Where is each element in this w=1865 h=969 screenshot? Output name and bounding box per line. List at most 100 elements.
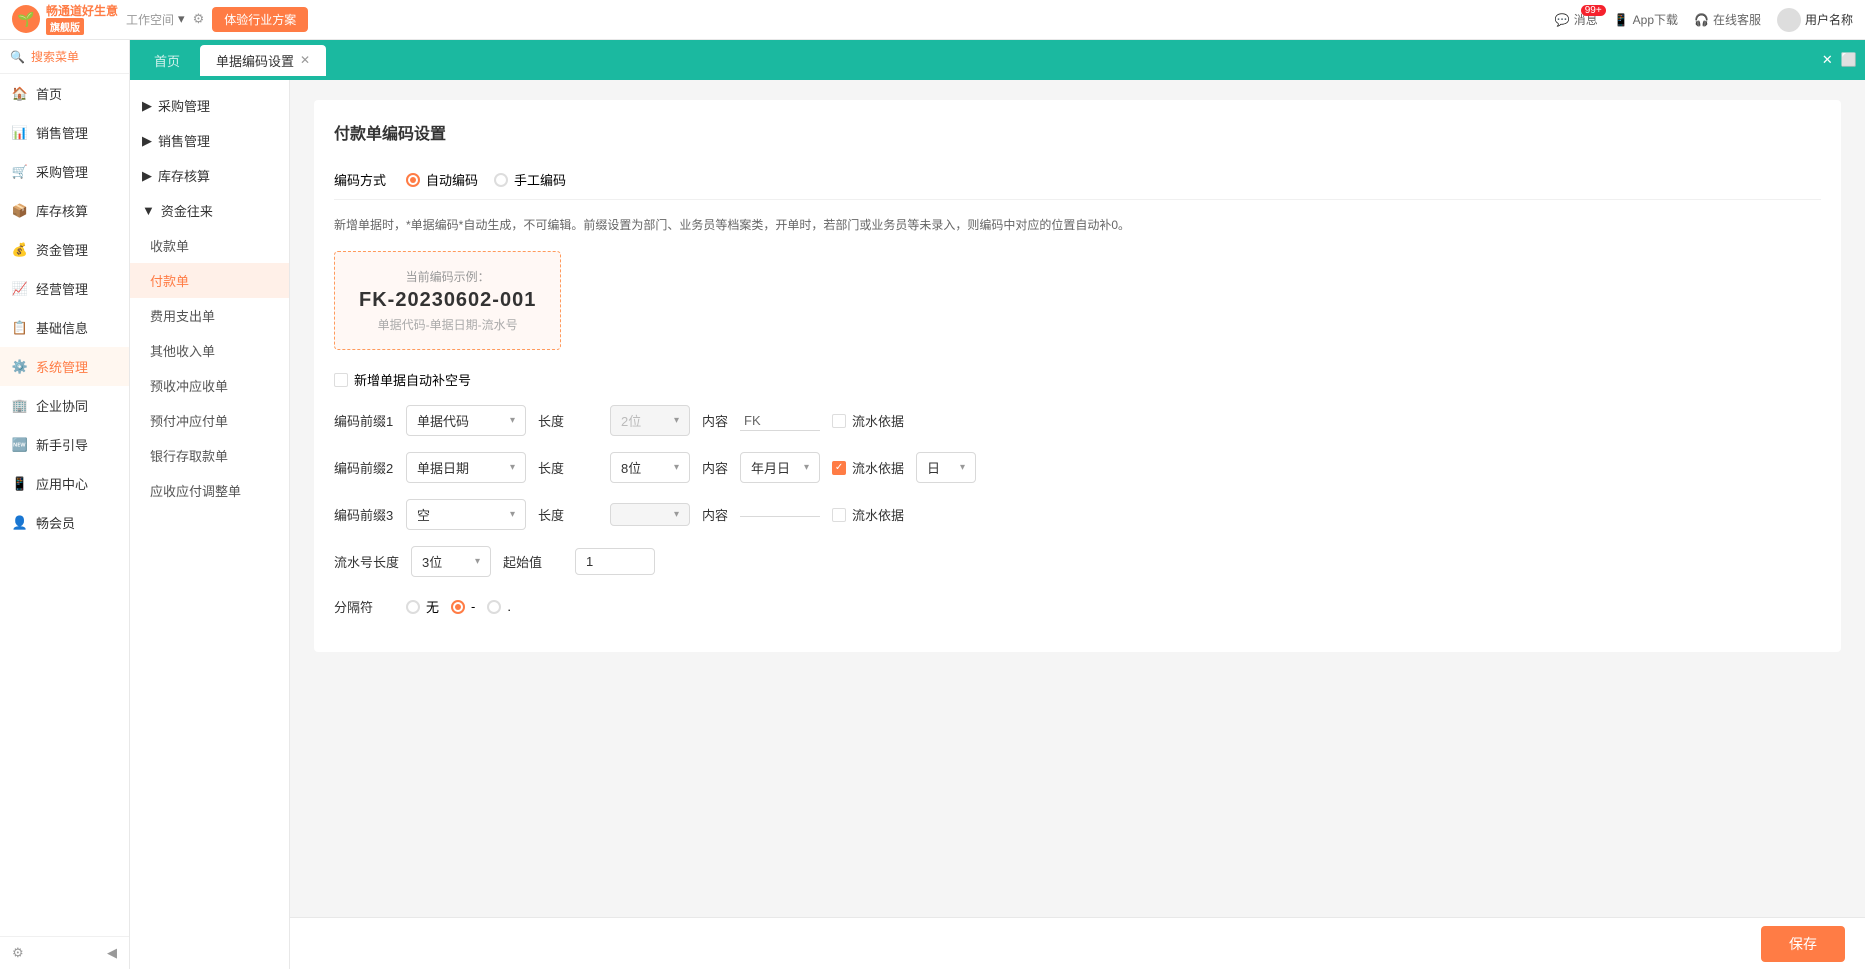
tab-maximize-icon[interactable]: ⬜	[1841, 52, 1857, 68]
sub-item-payment[interactable]: 付款单	[130, 263, 289, 298]
serial1-checkbox[interactable]: 流水依据	[832, 411, 904, 430]
sidebar-item-system[interactable]: ⚙️ 系统管理	[0, 347, 129, 386]
app-download-button[interactable]: 📱 App下载	[1614, 11, 1678, 28]
content-card: 付款单编码设置 编码方式 自动编码 手	[314, 100, 1841, 652]
search-menu-label: 搜索菜单	[31, 48, 79, 65]
app-download-label: App下载	[1633, 11, 1678, 28]
sidebar-item-label: 应用中心	[36, 474, 88, 493]
sidebar-item-home[interactable]: 🏠 首页	[0, 74, 129, 113]
main-wrapper: 付款单编码设置 编码方式 自动编码 手	[290, 80, 1865, 969]
prefix3-select[interactable]: 空 ▾	[406, 499, 526, 530]
save-button[interactable]: 保存	[1761, 926, 1845, 962]
trial-button[interactable]: 体验行业方案	[212, 7, 308, 32]
info-text: 新增单据时，*单据编码*自动生成，不可编辑。前缀设置为部门、业务员等档案类，开单…	[334, 216, 1821, 235]
serial-length-select[interactable]: 3位 ▾	[411, 546, 491, 577]
sidebar-item-label: 销售管理	[36, 123, 88, 142]
chevron-down-icon8: ▾	[960, 462, 965, 473]
settings-icon[interactable]: ⚙	[193, 11, 205, 27]
chevron-down-icon11: ▾	[475, 556, 480, 567]
sub-item-receipt[interactable]: 收款单	[130, 228, 289, 263]
prefix1-select[interactable]: 单据代码 ▾	[406, 405, 526, 436]
sidebar-bottom: ⚙ ◀	[0, 936, 129, 969]
manual-encoding-radio[interactable]: 手工编码	[494, 170, 566, 189]
sidebar-item-purchase[interactable]: 🛒 采购管理	[0, 152, 129, 191]
sub-group-sales-header[interactable]: ▶ 销售管理	[130, 123, 289, 158]
tab-home[interactable]: 首页	[138, 45, 196, 76]
settings-bottom-icon[interactable]: ⚙	[12, 945, 24, 961]
sub-item-payable-adjust[interactable]: 应收应付调整单	[130, 473, 289, 508]
logo-title: 畅通道好生意	[46, 4, 118, 18]
sidebar: 🔍 搜索菜单 🏠 首页 📊 销售管理 🛒 采购管理 📦 库存核算 💰 资金管理 …	[0, 40, 130, 969]
sub-item-bank[interactable]: 银行存取款单	[130, 438, 289, 473]
prefix3-value: 空	[417, 505, 430, 524]
chevron-down-icon6: ▾	[674, 462, 679, 473]
manual-encoding-label: 手工编码	[514, 170, 566, 189]
search-menu-button[interactable]: 🔍 搜索菜单	[0, 40, 129, 74]
sub-item-other-income[interactable]: 其他收入单	[130, 333, 289, 368]
manual-radio-dot	[494, 173, 508, 187]
main-layout: 🔍 搜索菜单 🏠 首页 📊 销售管理 🛒 采购管理 📦 库存核算 💰 资金管理 …	[0, 40, 1865, 969]
content2-value: 年月日	[751, 458, 790, 477]
length3-select[interactable]: ▾	[610, 503, 690, 526]
serial2-checkbox[interactable]: ✓ 流水依据	[832, 458, 904, 477]
sub-item-expense[interactable]: 费用支出单	[130, 298, 289, 333]
sidebar-item-finance[interactable]: 💰 资金管理	[0, 230, 129, 269]
sub-item-prepaid-payable[interactable]: 预付冲应付单	[130, 403, 289, 438]
sidebar-item-basic[interactable]: 📋 基础信息	[0, 308, 129, 347]
sidebar-item-inventory[interactable]: 📦 库存核算	[0, 191, 129, 230]
sub-item-prepaid-receivable[interactable]: 预收冲应收单	[130, 368, 289, 403]
auto-encoding-radio[interactable]: 自动编码	[406, 170, 478, 189]
length2-select[interactable]: 8位 ▾	[610, 452, 690, 483]
sidebar-item-operation[interactable]: 📈 经营管理	[0, 269, 129, 308]
sidebar-item-apps[interactable]: 📱 应用中心	[0, 464, 129, 503]
separator-none-radio[interactable]: 无	[406, 597, 439, 616]
sidebar-item-sales[interactable]: 📊 销售管理	[0, 113, 129, 152]
logo: 🌱 畅通道好生意 旗舰版	[12, 4, 118, 35]
workspace-name: 工作空间	[126, 11, 174, 28]
serial2-period-select[interactable]: 日 ▾	[916, 452, 976, 483]
tab-home-label: 首页	[154, 51, 180, 70]
search-icon: 🔍	[10, 50, 25, 64]
tab-minimize-icon[interactable]: ✕	[1822, 52, 1833, 68]
encoding-method-label: 编码方式	[334, 170, 386, 189]
message-button[interactable]: 💬 消息 99+	[1555, 11, 1598, 28]
auto-fill-label: 新增单据自动补空号	[354, 370, 471, 389]
serial2-label: 流水依据	[852, 458, 904, 477]
preview-box: 当前编码示例： FK-20230602-001 单据代码-单据日期-流水号	[334, 251, 561, 350]
workspace-dropdown[interactable]: 工作空间 ▾	[126, 11, 185, 28]
sub-group-capital-header[interactable]: ▼ 资金往来	[130, 193, 289, 228]
sub-group-purchase-header[interactable]: ▶ 采购管理	[130, 88, 289, 123]
online-service-button[interactable]: 🎧 在线客服	[1694, 11, 1761, 28]
sub-group-inventory-header[interactable]: ▶ 库存核算	[130, 158, 289, 193]
serial3-checkbox[interactable]: 流水依据	[832, 505, 904, 524]
length3-label: 长度	[538, 505, 598, 524]
sidebar-item-company[interactable]: 🏢 企业协同	[0, 386, 129, 425]
tab-bar-controls: ✕ ⬜	[1822, 52, 1857, 68]
auto-radio-dot	[406, 173, 420, 187]
collapse-icon[interactable]: ◀	[107, 945, 117, 961]
tab-close-icon[interactable]: ✕	[300, 54, 310, 66]
sidebar-item-member[interactable]: 👤 畅会员	[0, 503, 129, 542]
auto-fill-checkbox[interactable]	[334, 373, 348, 387]
user-avatar[interactable]: 用户名称	[1777, 8, 1853, 32]
tab-encoding[interactable]: 单据编码设置 ✕	[200, 45, 326, 76]
serial-number-row: 流水号长度 3位 ▾ 起始值	[334, 546, 1821, 577]
separator-dash-radio[interactable]: -	[451, 599, 475, 614]
length1-select[interactable]: 2位 ▾	[610, 405, 690, 436]
user-name: 用户名称	[1805, 11, 1853, 28]
phone-icon: 📱	[1614, 13, 1629, 27]
content1-value: FK	[740, 411, 820, 431]
prefix2-select[interactable]: 单据日期 ▾	[406, 452, 526, 483]
sidebar-item-guide[interactable]: 🆕 新手引导	[0, 425, 129, 464]
form-row-prefix1: 编码前缀1 单据代码 ▾ 长度 2位 ▾ 内容 FK	[334, 405, 1821, 436]
serial2-checkbox-box: ✓	[832, 461, 846, 475]
start-value-input[interactable]	[575, 548, 655, 575]
content3-label: 内容	[702, 505, 728, 524]
sidebar-item-label: 系统管理	[36, 357, 88, 376]
sub-group-capital-label: 资金往来	[161, 201, 213, 220]
content2-select[interactable]: 年月日 ▾	[740, 452, 820, 483]
operation-icon: 📈	[12, 281, 28, 297]
inventory-icon: 📦	[12, 203, 28, 219]
length2-label: 长度	[538, 458, 598, 477]
separator-dot-radio[interactable]: .	[487, 599, 511, 614]
